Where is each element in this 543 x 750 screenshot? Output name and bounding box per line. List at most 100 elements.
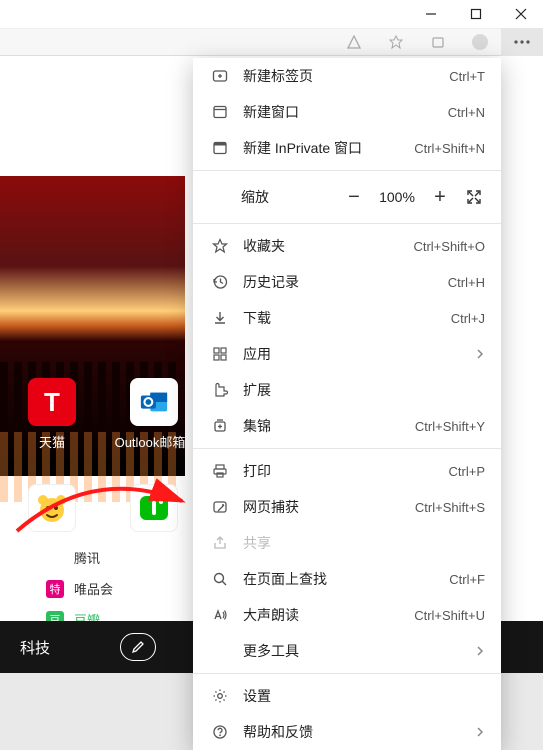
- help-icon: [209, 724, 231, 740]
- zoom-in-button[interactable]: +: [423, 180, 457, 214]
- menu-shortcut: Ctrl+T: [449, 69, 485, 84]
- gear-icon: [209, 688, 231, 704]
- iqiyi-icon: [137, 491, 171, 525]
- menu-shortcut: Ctrl+F: [449, 572, 485, 587]
- link-label: 腾讯: [74, 548, 100, 567]
- menu-web-capture[interactable]: 网页捕获 Ctrl+Shift+S: [193, 489, 501, 525]
- zoom-value: 100%: [371, 189, 423, 205]
- menu-label: 应用: [243, 344, 475, 364]
- menu-shortcut: Ctrl+N: [448, 105, 485, 120]
- menu-label: 新建窗口: [243, 102, 448, 122]
- lion-icon: [34, 490, 70, 526]
- menu-downloads[interactable]: 下载 Ctrl+J: [193, 300, 501, 336]
- category-label[interactable]: 科技: [20, 637, 50, 658]
- web-capture-icon: [209, 499, 231, 515]
- inprivate-icon: [209, 140, 231, 156]
- speed-dial-tile-outlook[interactable]: [130, 378, 178, 426]
- zoom-label: 缩放: [241, 187, 337, 207]
- menu-label: 设置: [243, 686, 485, 706]
- collections-toolbar-icon[interactable]: [417, 28, 459, 56]
- vipshop-icon: 特: [46, 580, 64, 598]
- menu-separator: [193, 170, 501, 171]
- favorites-toolbar-icon[interactable]: [375, 28, 417, 56]
- menu-label: 共享: [243, 533, 485, 553]
- pencil-icon: [131, 640, 145, 654]
- menu-favorites[interactable]: 收藏夹 Ctrl+Shift+O: [193, 228, 501, 264]
- menu-separator: [193, 673, 501, 674]
- speed-dial-label-tmall: 天猫: [12, 432, 92, 451]
- window-titlebar: [0, 0, 543, 28]
- download-icon: [209, 310, 231, 326]
- chevron-right-icon: [475, 349, 485, 359]
- menu-extensions[interactable]: 扩展: [193, 372, 501, 408]
- menu-shortcut: Ctrl+Shift+O: [413, 239, 485, 254]
- apps-icon: [209, 346, 231, 362]
- star-icon: [209, 238, 231, 254]
- menu-new-tab[interactable]: 新建标签页 Ctrl+T: [193, 58, 501, 94]
- menu-collections[interactable]: 集锦 Ctrl+Shift+Y: [193, 408, 501, 444]
- menu-new-window[interactable]: 新建窗口 Ctrl+N: [193, 94, 501, 130]
- menu-shortcut: Ctrl+P: [449, 464, 485, 479]
- menu-separator: [193, 448, 501, 449]
- menu-label: 新建标签页: [243, 66, 449, 86]
- menu-shortcut: Ctrl+Shift+U: [414, 608, 485, 623]
- menu-shortcut: Ctrl+Shift+N: [414, 141, 485, 156]
- extensions-icon: [209, 382, 231, 398]
- zoom-out-button[interactable]: −: [337, 180, 371, 214]
- menu-print[interactable]: 打印 Ctrl+P: [193, 453, 501, 489]
- speed-dial-label-outlook: Outlook邮箱: [110, 432, 190, 451]
- print-icon: [209, 463, 231, 479]
- share-icon: [209, 535, 231, 551]
- menu-shortcut: Ctrl+H: [448, 275, 485, 290]
- more-options-button[interactable]: [501, 28, 543, 56]
- quick-link-tencent[interactable]: ▶ 腾讯: [42, 542, 182, 573]
- menu-label: 打印: [243, 461, 449, 481]
- chevron-right-icon: [475, 727, 485, 737]
- menu-label: 大声朗读: [243, 605, 414, 625]
- menu-label: 集锦: [243, 416, 415, 436]
- menu-shortcut: Ctrl+Shift+S: [415, 500, 485, 515]
- window-minimize-button[interactable]: [408, 0, 453, 28]
- app-menu-dropdown: 新建标签页 Ctrl+T 新建窗口 Ctrl+N 新建 InPrivate 窗口…: [193, 58, 501, 750]
- menu-label: 扩展: [243, 380, 485, 400]
- collections-icon: [209, 418, 231, 434]
- menu-settings[interactable]: 设置: [193, 678, 501, 714]
- edit-pill[interactable]: [120, 633, 156, 661]
- menu-separator: [193, 223, 501, 224]
- profile-avatar-icon[interactable]: [459, 28, 501, 56]
- speed-dial-tile-suning[interactable]: [28, 484, 76, 532]
- menu-help[interactable]: 帮助和反馈: [193, 714, 501, 750]
- find-icon: [209, 571, 231, 587]
- tile-glyph: T: [44, 387, 60, 418]
- menu-label: 在页面上查找: [243, 569, 449, 589]
- fullscreen-button[interactable]: [457, 180, 491, 214]
- quick-link-vip[interactable]: 特 唯品会: [42, 573, 182, 604]
- window-close-button[interactable]: [498, 0, 543, 28]
- menu-label: 更多工具: [243, 641, 475, 661]
- menu-read-aloud[interactable]: 大声朗读 Ctrl+Shift+U: [193, 597, 501, 633]
- menu-more-tools[interactable]: 更多工具: [193, 633, 501, 669]
- menu-label: 帮助和反馈: [243, 722, 475, 742]
- window-maximize-button[interactable]: [453, 0, 498, 28]
- speed-dial-tile-tmall[interactable]: T: [28, 378, 76, 426]
- new-tab-icon: [209, 68, 231, 84]
- new-window-icon: [209, 104, 231, 120]
- menu-history[interactable]: 历史记录 Ctrl+H: [193, 264, 501, 300]
- unknown-toolbar-icon-1[interactable]: [333, 28, 375, 56]
- menu-shortcut: Ctrl+J: [451, 311, 485, 326]
- menu-shortcut: Ctrl+Shift+Y: [415, 419, 485, 434]
- menu-label: 新建 InPrivate 窗口: [243, 138, 414, 158]
- menu-label: 网页捕获: [243, 497, 415, 517]
- menu-label: 收藏夹: [243, 236, 413, 256]
- link-label: 唯品会: [74, 579, 113, 598]
- menu-new-inprivate[interactable]: 新建 InPrivate 窗口 Ctrl+Shift+N: [193, 130, 501, 166]
- tencent-video-icon: ▶: [46, 549, 64, 567]
- menu-apps[interactable]: 应用: [193, 336, 501, 372]
- speed-dial-tile-iqiyi[interactable]: [130, 484, 178, 532]
- menu-label: 历史记录: [243, 272, 448, 292]
- browser-toolbar: [0, 28, 543, 56]
- menu-find[interactable]: 在页面上查找 Ctrl+F: [193, 561, 501, 597]
- hero-image: [0, 176, 185, 476]
- read-aloud-icon: [209, 607, 231, 623]
- menu-share: 共享: [193, 525, 501, 561]
